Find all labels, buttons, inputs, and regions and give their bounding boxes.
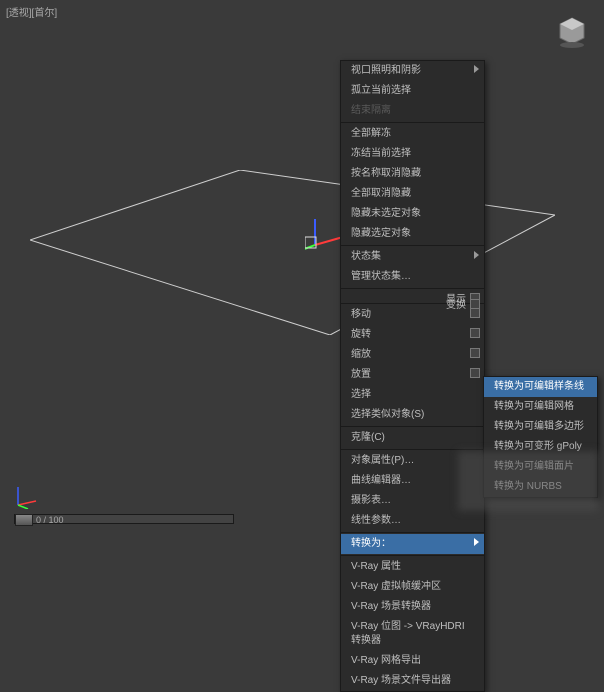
- menu-item[interactable]: 全部解冻: [341, 124, 484, 144]
- menu-separator: [341, 449, 484, 450]
- menu-separator: [341, 288, 484, 289]
- menu-item[interactable]: 放置: [341, 365, 484, 385]
- chevron-right-icon: [474, 538, 479, 546]
- axis-tripod-icon: [14, 481, 42, 509]
- menu-separator: [341, 555, 484, 556]
- menu-item[interactable]: 旋转: [341, 325, 484, 345]
- menu-item[interactable]: 线性参数…: [341, 511, 484, 531]
- menu-item[interactable]: 孤立当前选择: [341, 81, 484, 101]
- viewcube-icon[interactable]: [554, 14, 590, 50]
- menu-item[interactable]: V-Ray 虚拟帧缓冲区: [341, 577, 484, 597]
- checkbox-icon: [470, 308, 480, 318]
- menu-item[interactable]: 隐藏选定对象: [341, 224, 484, 244]
- checkbox-icon: [470, 348, 480, 358]
- menu-item[interactable]: 视口照明和阴影: [341, 61, 484, 81]
- chevron-right-icon: [474, 65, 479, 73]
- checkbox-icon: [470, 328, 480, 338]
- transform-gizmo[interactable]: [305, 215, 345, 255]
- context-menu: 视口照明和阴影孤立当前选择结束隔离全部解冻冻结当前选择按名称取消隐藏全部取消隐藏…: [340, 60, 485, 692]
- submenu-item[interactable]: 转换为可编辑样条线: [484, 377, 597, 397]
- menu-item[interactable]: V-Ray 场景转换器: [341, 597, 484, 617]
- menu-item[interactable]: 移动: [341, 305, 484, 325]
- menu-item[interactable]: 全部取消隐藏: [341, 184, 484, 204]
- menu-item[interactable]: 变换: [341, 296, 484, 302]
- menu-item[interactable]: 转换为：: [341, 534, 484, 554]
- menu-item[interactable]: V-Ray 网格导出: [341, 651, 484, 671]
- menu-item[interactable]: V-Ray 属性: [341, 557, 484, 577]
- menu-item[interactable]: V-Ray 位图 -> VRayHDRI 转换器: [341, 617, 484, 651]
- menu-item[interactable]: 选择类似对象(S): [341, 405, 484, 425]
- viewport-label[interactable]: [透视][首尔]: [6, 4, 57, 19]
- menu-item[interactable]: 选择: [341, 385, 484, 405]
- timeline-knob[interactable]: [15, 514, 33, 526]
- timeline-label: 0 / 100: [36, 515, 64, 525]
- menu-item: 结束隔离: [341, 101, 484, 121]
- chevron-right-icon: [474, 251, 479, 259]
- menu-item[interactable]: 管理状态集…: [341, 267, 484, 287]
- menu-item[interactable]: V-Ray 场景文件导出器: [341, 671, 484, 691]
- menu-item[interactable]: 缩放: [341, 345, 484, 365]
- menu-item[interactable]: 克隆(C): [341, 428, 484, 448]
- menu-separator: [341, 532, 484, 533]
- menu-item[interactable]: 状态集: [341, 247, 484, 267]
- menu-separator: [341, 245, 484, 246]
- submenu-item[interactable]: 转换为可编辑网格: [484, 397, 597, 417]
- watermark-blur: [458, 451, 598, 511]
- submenu-item[interactable]: 转换为可编辑多边形: [484, 417, 597, 437]
- menu-separator: [341, 426, 484, 427]
- menu-separator: [341, 122, 484, 123]
- menu-item[interactable]: 冻结当前选择: [341, 144, 484, 164]
- menu-item[interactable]: 按名称取消隐藏: [341, 164, 484, 184]
- checkbox-icon: [470, 368, 480, 378]
- menu-item[interactable]: 隐藏未选定对象: [341, 204, 484, 224]
